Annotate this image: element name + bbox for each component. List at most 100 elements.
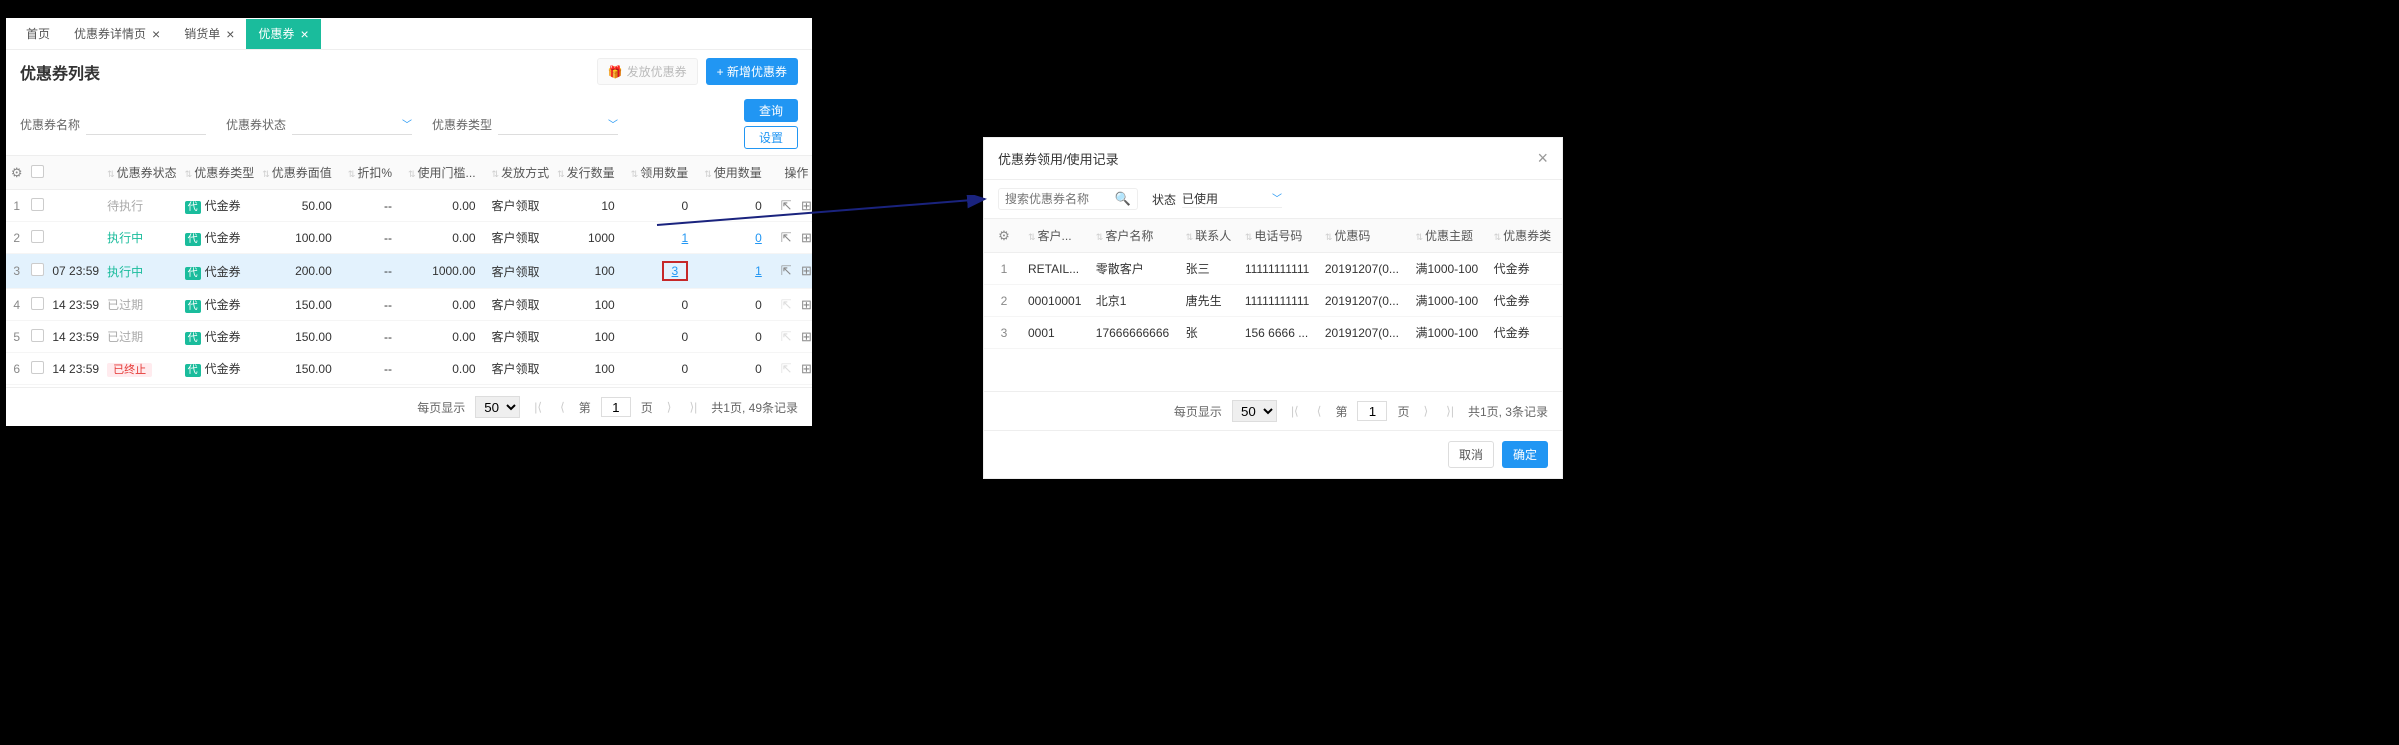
- table-row[interactable]: 2 执行中 代代金券 100.00 -- 0.00 客户领取 1000 1 0 …: [6, 222, 812, 254]
- page-input[interactable]: [601, 397, 631, 417]
- share-icon[interactable]: ⇱: [781, 361, 792, 376]
- col-face-value[interactable]: ⇅优惠券面值: [258, 156, 344, 190]
- row-checkbox[interactable]: [31, 198, 44, 211]
- voucher-badge-icon: 代: [185, 201, 201, 214]
- table-row[interactable]: 5 14 23:59 已过期 代代金券 150.00 -- 0.00 客户领取 …: [6, 321, 812, 353]
- qrcode-icon[interactable]: ⊞: [801, 361, 812, 376]
- row-checkbox[interactable]: [31, 230, 44, 243]
- use-qty-link[interactable]: 0: [755, 231, 762, 245]
- cancel-button[interactable]: 取消: [1448, 441, 1494, 468]
- tab-首页[interactable]: 首页: [14, 19, 62, 49]
- claim-qty-link[interactable]: 1: [682, 231, 689, 245]
- share-icon[interactable]: ⇱: [781, 230, 792, 245]
- close-icon[interactable]: ×: [1537, 148, 1548, 169]
- sort-icon: ⇅: [1186, 232, 1194, 242]
- coupon-subject-cell: 满1000-100: [1411, 317, 1489, 349]
- close-icon[interactable]: ×: [226, 26, 234, 42]
- row-number: 3: [6, 254, 27, 289]
- next-page-button[interactable]: ⟩: [663, 400, 676, 414]
- table-row[interactable]: 3 0001 17666666666 张 156 6666 ... 201912…: [984, 317, 1562, 349]
- qrcode-icon[interactable]: ⊞: [801, 230, 812, 245]
- col-coupon-type[interactable]: ⇅优惠券类: [1490, 219, 1562, 253]
- table-row[interactable]: 1 RETAIL... 零散客户 张三 11111111111 20191207…: [984, 253, 1562, 285]
- filter-type-select[interactable]: ﹀: [498, 113, 618, 135]
- share-icon[interactable]: ⇱: [781, 263, 792, 278]
- search-button[interactable]: 查询: [744, 99, 798, 122]
- qrcode-icon[interactable]: ⊞: [801, 198, 812, 213]
- row-checkbox[interactable]: [31, 329, 44, 342]
- filter-status-select[interactable]: ﹀: [292, 113, 412, 135]
- table-row[interactable]: 3 07 23:59 执行中 代代金券 200.00 -- 1000.00 客户…: [6, 254, 812, 289]
- col-claim-qty[interactable]: ⇅领用数量: [627, 156, 701, 190]
- close-icon[interactable]: ×: [152, 26, 160, 42]
- qrcode-icon[interactable]: ⊞: [801, 329, 812, 344]
- action-cell: ⇱ ⊞: [774, 190, 812, 222]
- next-page-button[interactable]: ⟩: [1419, 404, 1432, 418]
- table-row[interactable]: 4 14 23:59 已过期 代代金券 150.00 -- 0.00 客户领取 …: [6, 289, 812, 321]
- search-icon[interactable]: 🔍: [1115, 191, 1131, 207]
- col-distribute-method[interactable]: ⇅发放方式: [488, 156, 554, 190]
- col-phone[interactable]: ⇅电话号码: [1241, 219, 1321, 253]
- col-cust-name[interactable]: ⇅客户名称: [1092, 219, 1182, 253]
- col-status[interactable]: ⇅优惠券状态: [103, 156, 181, 190]
- confirm-button[interactable]: 确定: [1502, 441, 1548, 468]
- gear-icon[interactable]: ⚙: [11, 165, 23, 180]
- table-row[interactable]: 2 00010001 北京1 唐先生 11111111111 20191207(…: [984, 285, 1562, 317]
- first-page-button[interactable]: |⟨: [530, 400, 546, 414]
- claim-qty-link[interactable]: 3: [672, 264, 679, 278]
- prev-page-button[interactable]: ⟨: [556, 400, 569, 414]
- row-checkbox[interactable]: [31, 361, 44, 374]
- filter-name-input[interactable]: [86, 113, 206, 135]
- col-cust-code[interactable]: ⇅客户...: [1024, 219, 1092, 253]
- use-qty-link[interactable]: 1: [755, 264, 762, 278]
- modal-search-box[interactable]: 🔍: [998, 188, 1138, 210]
- last-page-button[interactable]: ⟩|: [685, 400, 701, 414]
- modal-search-input[interactable]: [1005, 192, 1115, 206]
- sort-icon: ⇅: [348, 169, 356, 179]
- voucher-badge-icon: 代: [185, 233, 201, 246]
- col-threshold[interactable]: ⇅使用门槛...: [404, 156, 488, 190]
- modal-status-select[interactable]: 已使用 ﹀: [1182, 190, 1282, 208]
- col-time[interactable]: [48, 156, 103, 190]
- col-coupon-code[interactable]: ⇅优惠码: [1321, 219, 1412, 253]
- first-page-button[interactable]: |⟨: [1287, 404, 1303, 418]
- modal-pagination: 每页显示 50 |⟨ ⟨ 第 页 ⟩ ⟩| 共1页, 3条记录: [984, 391, 1562, 430]
- share-icon[interactable]: ⇱: [781, 297, 792, 312]
- share-icon[interactable]: ⇱: [781, 198, 792, 213]
- add-coupon-button[interactable]: + 新增优惠券: [706, 58, 798, 85]
- qrcode-icon[interactable]: ⊞: [801, 297, 812, 312]
- cust-name-cell: 零散客户: [1092, 253, 1182, 285]
- tab-优惠券详情页[interactable]: 优惠券详情页×: [62, 19, 172, 49]
- row-checkbox[interactable]: [31, 297, 44, 310]
- col-use-qty[interactable]: ⇅使用数量: [700, 156, 774, 190]
- tab-优惠券[interactable]: 优惠券×: [246, 19, 320, 49]
- col-issue-qty[interactable]: ⇅发行数量: [553, 156, 627, 190]
- table-row[interactable]: 1 待执行 代代金券 50.00 -- 0.00 客户领取 10 0 0 ⇱ ⊞: [6, 190, 812, 222]
- table-row[interactable]: 6 14 23:59 已终止 代代金券 150.00 -- 0.00 客户领取 …: [6, 353, 812, 385]
- sort-icon: ⇅: [1028, 232, 1036, 242]
- modal-per-page-select[interactable]: 50: [1232, 400, 1277, 422]
- tab-销货单[interactable]: 销货单×: [172, 19, 246, 49]
- select-all-checkbox[interactable]: [31, 165, 44, 178]
- pagination: 每页显示 50 |⟨ ⟨ 第 页 ⟩ ⟩| 共1页, 49条记录: [6, 387, 812, 426]
- discount-cell: --: [344, 222, 404, 254]
- status-cell: 执行中: [103, 222, 181, 254]
- settings-button[interactable]: 设置: [744, 126, 798, 149]
- col-contact[interactable]: ⇅联系人: [1182, 219, 1241, 253]
- gear-icon[interactable]: ⚙: [998, 228, 1010, 243]
- row-checkbox[interactable]: [31, 263, 44, 276]
- modal-page-input[interactable]: [1357, 401, 1387, 421]
- prev-page-button[interactable]: ⟨: [1313, 404, 1326, 418]
- issue-qty-cell: 1000: [553, 222, 627, 254]
- close-icon[interactable]: ×: [300, 26, 308, 42]
- sort-icon: ⇅: [704, 169, 712, 179]
- qrcode-icon[interactable]: ⊞: [801, 263, 812, 278]
- coupon-type-cell: 代金券: [1490, 253, 1562, 285]
- col-type[interactable]: ⇅优惠券类型: [181, 156, 259, 190]
- distribute-coupon-button[interactable]: 🎁 发放优惠券: [597, 58, 698, 85]
- share-icon[interactable]: ⇱: [781, 329, 792, 344]
- col-discount[interactable]: ⇅折扣%: [344, 156, 404, 190]
- col-coupon-subject[interactable]: ⇅优惠主题: [1411, 219, 1489, 253]
- last-page-button[interactable]: ⟩|: [1442, 404, 1458, 418]
- per-page-select[interactable]: 50: [475, 396, 520, 418]
